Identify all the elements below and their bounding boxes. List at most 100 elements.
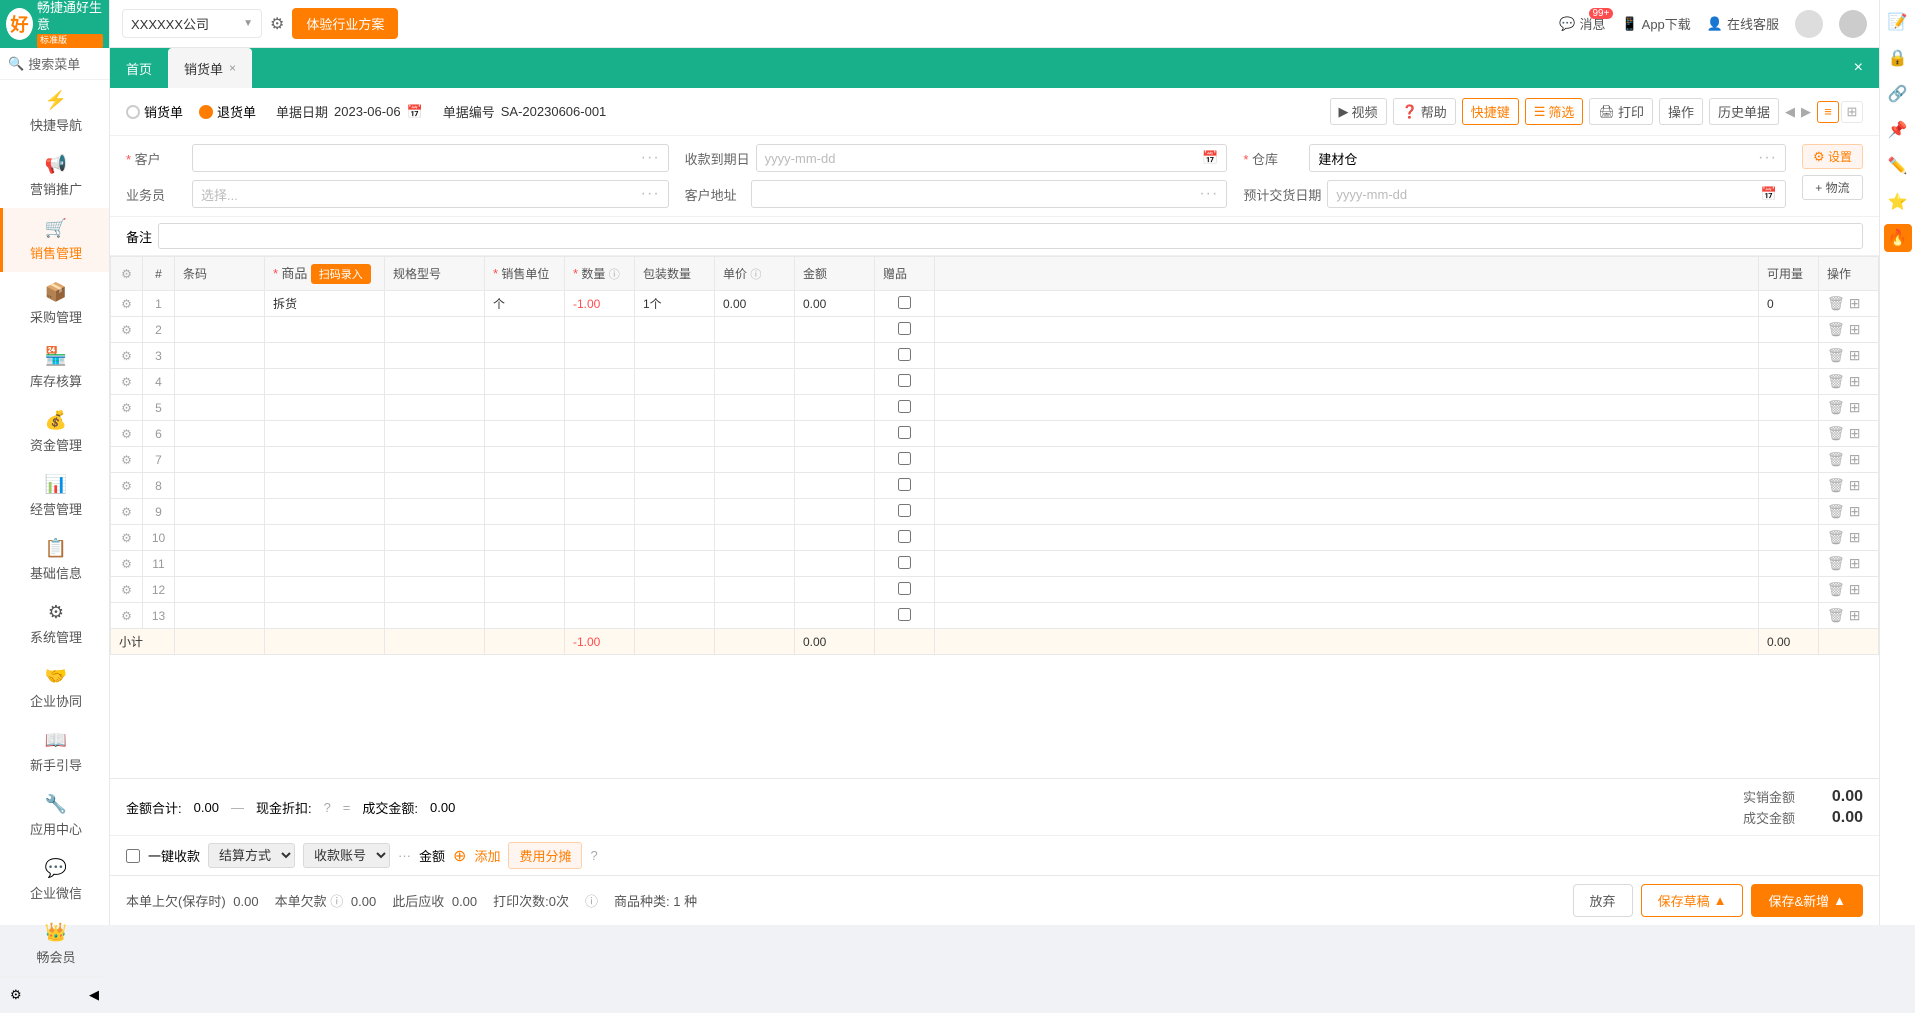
row-product-7[interactable] <box>265 473 385 499</box>
salesperson-input[interactable]: 选择... ··· <box>192 180 669 208</box>
row-qty-10[interactable] <box>565 551 635 577</box>
account-select[interactable]: 收款账号 <box>303 843 390 868</box>
right-panel-hot[interactable]: 🔥 <box>1884 224 1912 252</box>
expected-delivery-input[interactable]: yyyy-mm-dd 📅 <box>1327 180 1786 208</box>
price-info-icon[interactable]: ⓘ <box>750 269 761 281</box>
row-pkg-12[interactable] <box>635 603 715 629</box>
row-copy-9[interactable]: ⊞ <box>1849 529 1861 546</box>
row-delete-1[interactable]: 🗑 <box>1827 321 1845 338</box>
row-unit-2[interactable] <box>485 343 565 369</box>
settings-button[interactable]: ⚙ ⚙ 设置 设置 <box>1802 144 1863 169</box>
company-selector[interactable]: XXXXXX公司 ▼ <box>122 9 262 38</box>
row-amount-1[interactable] <box>795 317 875 343</box>
row-qty-8[interactable] <box>565 499 635 525</box>
sidebar-item-management[interactable]: 📊 经营管理 <box>0 464 109 528</box>
row-settings-7[interactable]: ⚙ <box>111 473 143 499</box>
user-avatar2[interactable] <box>1839 10 1867 38</box>
row-barcode-7[interactable] <box>175 473 265 499</box>
row-amount-6[interactable] <box>795 447 875 473</box>
row-delete-0[interactable]: 🗑 <box>1827 295 1845 312</box>
sidebar-item-wechat[interactable]: 💬 企业微信 <box>0 848 109 912</box>
logistics-button[interactable]: + 物流 <box>1802 175 1863 200</box>
row-copy-3[interactable]: ⊞ <box>1849 373 1861 390</box>
qty-info-icon[interactable]: ⓘ <box>609 269 620 281</box>
row-barcode-4[interactable] <box>175 395 265 421</box>
row-price-11[interactable] <box>715 577 795 603</box>
row-qty-2[interactable] <box>565 343 635 369</box>
row-unit-8[interactable] <box>485 499 565 525</box>
user-avatar[interactable] <box>1795 10 1823 38</box>
sidebar-item-system[interactable]: ⚙ 系统管理 <box>0 592 109 656</box>
row-delete-11[interactable]: 🗑 <box>1827 581 1845 598</box>
row-product-3[interactable] <box>265 369 385 395</box>
row-delete-10[interactable]: 🗑 <box>1827 555 1845 572</box>
row-spec-2[interactable] <box>385 343 485 369</box>
row-barcode-11[interactable] <box>175 577 265 603</box>
row-unit-1[interactable] <box>485 317 565 343</box>
row-settings-11[interactable]: ⚙ <box>111 577 143 603</box>
row-gift-12[interactable] <box>875 603 935 629</box>
help-btn[interactable]: ❓ 帮助 <box>1393 98 1456 125</box>
row-price-4[interactable] <box>715 395 795 421</box>
row-barcode-2[interactable] <box>175 343 265 369</box>
row-gift-11[interactable] <box>875 577 935 603</box>
radio-sales[interactable]: 销货单 <box>126 102 183 121</box>
add-circle-icon[interactable]: ⊕ <box>453 846 466 866</box>
row-spec-5[interactable] <box>385 421 485 447</box>
row-unit-3[interactable] <box>485 369 565 395</box>
save-draft-btn[interactable]: 保存草稿 ▲ <box>1641 884 1744 917</box>
nav-next-icon[interactable]: ▶ <box>1801 104 1811 120</box>
tabbar-close-btn[interactable]: × <box>1838 59 1879 77</box>
row-pkg-1[interactable] <box>635 317 715 343</box>
video-btn[interactable]: ▶ 视频 <box>1330 98 1387 125</box>
row-spec-3[interactable] <box>385 369 485 395</box>
row-gift-1[interactable] <box>875 317 935 343</box>
row-pkg-4[interactable] <box>635 395 715 421</box>
row-product-8[interactable] <box>265 499 385 525</box>
th-settings[interactable]: ⚙ <box>111 257 143 291</box>
row-spec-1[interactable] <box>385 317 485 343</box>
row-amount-7[interactable] <box>795 473 875 499</box>
row-barcode-3[interactable] <box>175 369 265 395</box>
row-price-6[interactable] <box>715 447 795 473</box>
right-panel-edit[interactable]: ✏️ <box>1884 152 1912 180</box>
sidebar-item-basic[interactable]: 📋 基础信息 <box>0 528 109 592</box>
right-panel-pin[interactable]: 📌 <box>1884 116 1912 144</box>
expense-info-icon[interactable]: ? <box>590 848 597 863</box>
row-product-11[interactable] <box>265 577 385 603</box>
row-unit-5[interactable] <box>485 421 565 447</box>
row-copy-12[interactable]: ⊞ <box>1849 607 1861 624</box>
row-qty-9[interactable] <box>565 525 635 551</box>
row-pkg-7[interactable] <box>635 473 715 499</box>
customer-address-input[interactable]: ··· <box>751 180 1228 208</box>
print-btn[interactable]: 🖨 打印 <box>1589 98 1653 125</box>
row-price-10[interactable] <box>715 551 795 577</box>
row-pkg-3[interactable] <box>635 369 715 395</box>
row-gift-4[interactable] <box>875 395 935 421</box>
row-product-2[interactable] <box>265 343 385 369</box>
row-product-10[interactable] <box>265 551 385 577</box>
row-price-2[interactable] <box>715 343 795 369</box>
row-unit-4[interactable] <box>485 395 565 421</box>
row-price-0[interactable]: 0.00 <box>715 291 795 317</box>
row-copy-0[interactable]: ⊞ <box>1849 295 1861 312</box>
row-product-1[interactable] <box>265 317 385 343</box>
row-amount-2[interactable] <box>795 343 875 369</box>
online-service-btn[interactable]: 👤 在线客服 <box>1707 14 1779 33</box>
save-new-btn[interactable]: 保存&新增 ▲ <box>1751 884 1863 917</box>
row-copy-10[interactable]: ⊞ <box>1849 555 1861 572</box>
row-settings-10[interactable]: ⚙ <box>111 551 143 577</box>
row-copy-4[interactable]: ⊞ <box>1849 399 1861 416</box>
row-spec-10[interactable] <box>385 551 485 577</box>
row-spec-6[interactable] <box>385 447 485 473</box>
row-product-4[interactable] <box>265 395 385 421</box>
row-settings-0[interactable]: ⚙ <box>111 291 143 317</box>
row-amount-5[interactable] <box>795 421 875 447</box>
row-gift-0[interactable] <box>875 291 935 317</box>
tab-close-icon[interactable]: × <box>229 61 236 75</box>
calc-method-select[interactable]: 结算方式 <box>208 843 295 868</box>
filter-btn[interactable]: ☰ 筛选 <box>1525 98 1584 125</box>
operate-btn[interactable]: 操作 <box>1659 98 1703 125</box>
one-click-checkbox[interactable] <box>126 849 140 863</box>
row-qty-1[interactable] <box>565 317 635 343</box>
